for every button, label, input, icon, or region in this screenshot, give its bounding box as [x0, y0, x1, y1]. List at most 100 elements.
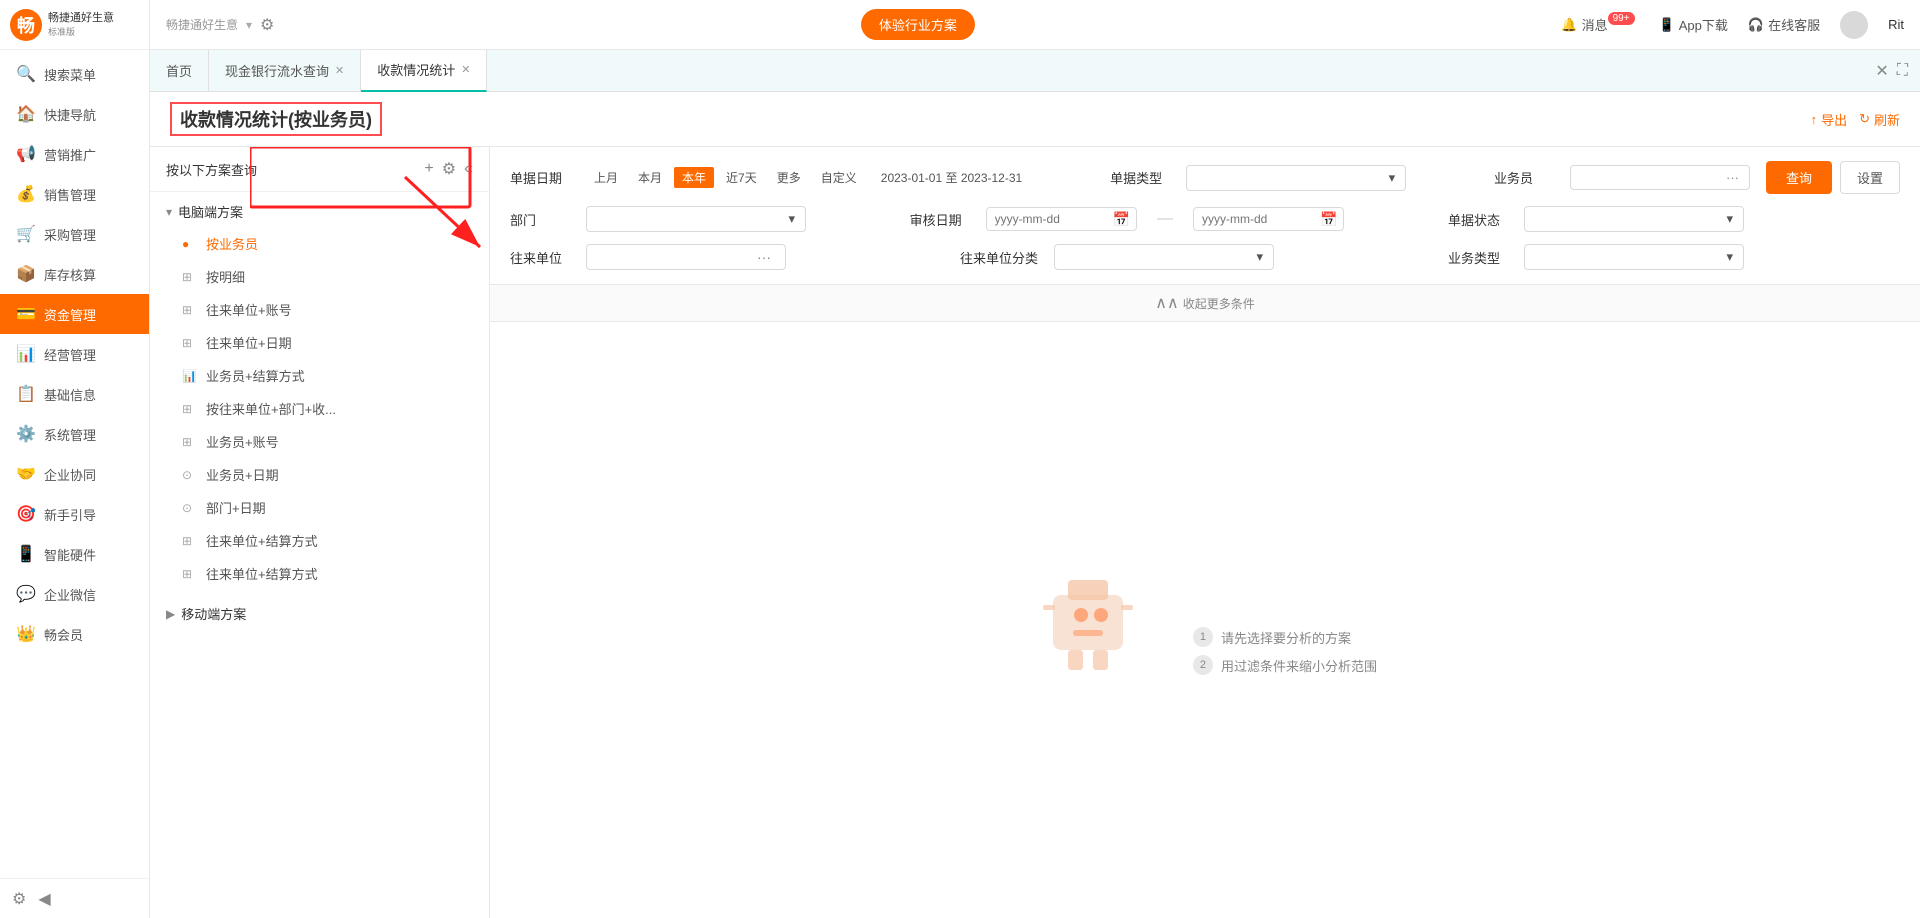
schema-item-staff-settle[interactable]: 📊 业务员+结算方式 — [150, 359, 489, 392]
tab-bank[interactable]: 现金银行流水查询 ✕ — [209, 50, 361, 92]
unit-more-icon[interactable]: ··· — [753, 249, 775, 265]
sidebar-item-label-finance: 资金管理 — [44, 305, 96, 324]
sidebar-item-marketing[interactable]: 📢 营销推广 — [0, 134, 149, 174]
unit-date-icon: ⊞ — [182, 336, 198, 350]
unit-class-chevron: ▾ — [1256, 249, 1263, 265]
unit-class-select[interactable]: ▾ — [1054, 244, 1274, 270]
doc-type-select[interactable]: ▾ — [1186, 165, 1406, 191]
settings-footer-icon[interactable]: ⚙ — [12, 889, 26, 909]
tab-receipt-close-icon[interactable]: ✕ — [461, 63, 470, 76]
step-1-num: 1 — [1193, 627, 1213, 647]
placeholder-steps: 1 请先选择要分析的方案 2 用过滤条件来缩小分析范围 — [1193, 627, 1377, 675]
home-icon: 🏠 — [16, 104, 36, 124]
system-icon: ⚙️ — [16, 424, 36, 444]
schema-item-unit-dept[interactable]: ⊞ 按往来单位+部门+收... — [150, 392, 489, 425]
calendar-to-icon[interactable]: 📅 — [1314, 211, 1343, 228]
schema-item-by-detail[interactable]: ⊞ 按明细 — [150, 260, 489, 293]
staff-select[interactable]: ··· — [1570, 165, 1750, 190]
refresh-button[interactable]: ↻ 刷新 — [1859, 110, 1900, 129]
review-date-from-input[interactable] — [987, 208, 1107, 230]
tab-bar: 首页 现金银行流水查询 ✕ 收款情况统计 ✕ ✕ ⛶ — [150, 50, 1920, 92]
headset-icon: 🎧 — [1748, 17, 1764, 33]
schema-item-unit-account-label: 往来单位+账号 — [206, 300, 292, 319]
logo-badge: 标准版 — [48, 25, 114, 38]
tab-bar-expand-icon[interactable]: ⛶ — [1897, 62, 1908, 80]
sidebar-item-member[interactable]: 👑 畅会员 — [0, 614, 149, 654]
collapse-panel-icon[interactable]: « — [464, 160, 473, 178]
sidebar-item-quicknav[interactable]: 🏠 快捷导航 — [0, 94, 149, 134]
query-button[interactable]: 查询 — [1766, 161, 1832, 194]
refresh-label: 刷新 — [1874, 110, 1900, 129]
export-button[interactable]: ↑ 导出 — [1811, 110, 1848, 129]
schema-item-unit-settle2-label: 往来单位+结算方式 — [206, 564, 318, 583]
message-badge: 99+ — [1608, 12, 1635, 25]
sidebar-item-corp[interactable]: 🤝 企业协同 — [0, 454, 149, 494]
schema-item-unit-settle1[interactable]: ⊞ 往来单位+结算方式 — [150, 524, 489, 557]
tab-bank-close-icon[interactable]: ✕ — [335, 64, 344, 77]
app-logo: 畅 畅捷通好生意 标准版 — [0, 0, 149, 50]
schema-item-dept-date[interactable]: ⊙ 部门+日期 — [150, 491, 489, 524]
settings-button[interactable]: 设置 — [1840, 161, 1900, 194]
sidebar-item-purchase[interactable]: 🛒 采购管理 — [0, 214, 149, 254]
biz-type-select[interactable]: ▾ — [1524, 244, 1744, 270]
schema-settings-icon[interactable]: ⚙ — [442, 159, 456, 179]
left-panel: 按以下方案查询 + ⚙ « ▾ 电脑端方案 ● — [150, 147, 490, 918]
tab-receipt[interactable]: 收款情况统计 ✕ — [361, 50, 487, 92]
active-dot-icon: ● — [182, 237, 198, 251]
collapse-sidebar-icon[interactable]: ◀ — [38, 889, 50, 909]
date-btn-custom[interactable]: 自定义 — [813, 167, 865, 188]
doc-status-label: 单据状态 — [1448, 210, 1508, 229]
sidebar-item-sales[interactable]: 💰 销售管理 — [0, 174, 149, 214]
sidebar-item-finance[interactable]: 💳 资金管理 — [0, 294, 149, 334]
review-date-to-input[interactable] — [1194, 208, 1314, 230]
staff-settle-icon: 📊 — [182, 369, 198, 383]
sidebar-item-newguide[interactable]: 🎯 新手引导 — [0, 494, 149, 534]
schema-item-staff-account[interactable]: ⊞ 业务员+账号 — [150, 425, 489, 458]
date-btn-7days[interactable]: 近7天 — [718, 167, 765, 188]
header-dropdown-icon[interactable]: ▾ — [246, 18, 252, 32]
date-btn-this-month[interactable]: 本月 — [630, 167, 670, 188]
app-download-item[interactable]: 📱 App下载 — [1659, 15, 1728, 34]
sidebar-item-label-system: 系统管理 — [44, 425, 96, 444]
mobile-group-header[interactable]: ▶ 移动端方案 — [150, 598, 489, 629]
date-option-group: 上月 本月 本年 近7天 更多 自定义 — [586, 167, 865, 188]
user-avatar[interactable] — [1840, 11, 1868, 39]
staff-account-icon: ⊞ — [182, 435, 198, 449]
sidebar-item-system[interactable]: ⚙️ 系统管理 — [0, 414, 149, 454]
sidebar-item-search[interactable]: 🔍 搜索菜单 — [0, 54, 149, 94]
desktop-group-header[interactable]: ▾ 电脑端方案 — [150, 196, 489, 227]
schema-item-by-detail-label: 按明细 — [206, 267, 245, 286]
doc-type-label: 单据类型 — [1110, 168, 1170, 187]
schema-item-unit-date[interactable]: ⊞ 往来单位+日期 — [150, 326, 489, 359]
doc-status-select[interactable]: ▾ — [1524, 206, 1744, 232]
sidebar-item-operations[interactable]: 📊 经营管理 — [0, 334, 149, 374]
step-2-num: 2 — [1193, 655, 1213, 675]
date-btn-more[interactable]: 更多 — [769, 167, 809, 188]
date-btn-last-month[interactable]: 上月 — [586, 167, 626, 188]
header-gear-icon[interactable]: ⚙ — [260, 15, 274, 35]
schema-item-unit-settle2[interactable]: ⊞ 往来单位+结算方式 — [150, 557, 489, 590]
add-schema-icon[interactable]: + — [424, 160, 433, 178]
schema-item-by-staff[interactable]: ● 按业务员 — [150, 227, 489, 260]
message-item[interactable]: 🔔 消息 99+ — [1561, 15, 1638, 34]
sidebar-item-wechat[interactable]: 💬 企业微信 — [0, 574, 149, 614]
schema-item-staff-date[interactable]: ⊙ 业务员+日期 — [150, 458, 489, 491]
dept-select[interactable]: ▾ — [586, 206, 806, 232]
sidebar-item-basicinfo[interactable]: 📋 基础信息 — [0, 374, 149, 414]
calendar-from-icon[interactable]: 📅 — [1107, 211, 1136, 228]
date-btn-this-year[interactable]: 本年 — [674, 167, 714, 188]
online-service-item[interactable]: 🎧 在线客服 — [1748, 15, 1820, 34]
trial-button[interactable]: 体验行业方案 — [861, 9, 975, 40]
unit-input[interactable]: ··· — [586, 244, 786, 270]
sidebar-item-hardware[interactable]: 📱 智能硬件 — [0, 534, 149, 574]
sidebar-item-label-quicknav: 快捷导航 — [44, 105, 96, 124]
collapse-row[interactable]: ∧∧ 收起更多条件 — [490, 285, 1920, 322]
schema-item-unit-account[interactable]: ⊞ 往来单位+账号 — [150, 293, 489, 326]
unit-settle2-icon: ⊞ — [182, 567, 198, 581]
bottom-placeholder: 1 请先选择要分析的方案 2 用过滤条件来缩小分析范围 — [490, 322, 1920, 918]
tab-home[interactable]: 首页 — [150, 50, 209, 92]
sidebar-item-inventory[interactable]: 📦 库存核算 — [0, 254, 149, 294]
main-content: 畅捷通好生意 ▾ ⚙ 体验行业方案 🔔 消息 99+ 📱 App下载 🎧 在线客… — [150, 0, 1920, 918]
detail-icon: ⊞ — [182, 270, 198, 284]
tab-bar-close-icon[interactable]: ✕ — [1875, 61, 1888, 81]
